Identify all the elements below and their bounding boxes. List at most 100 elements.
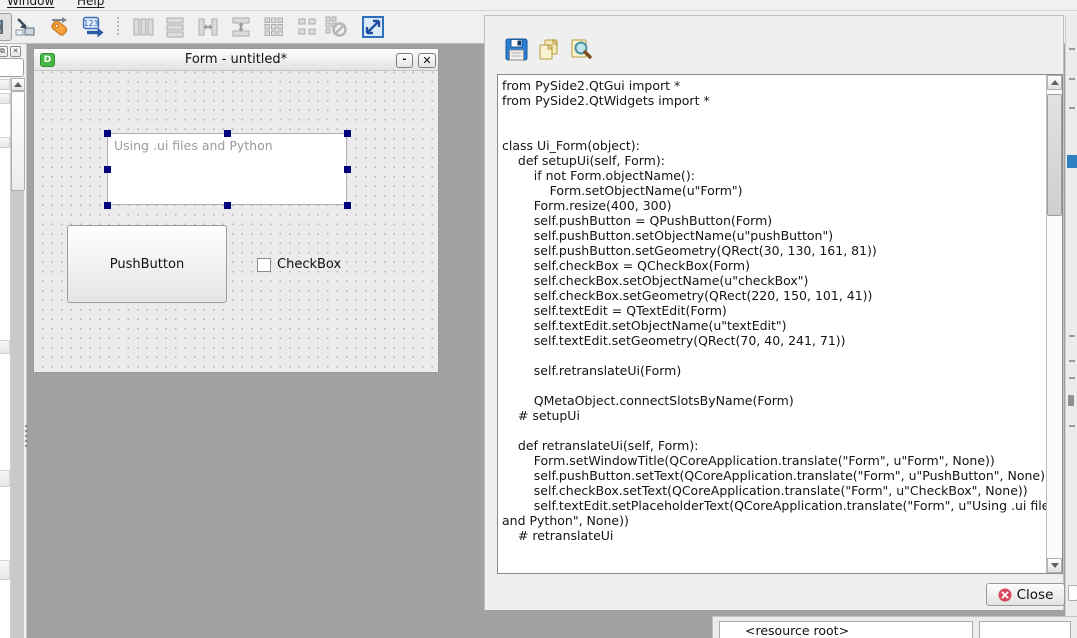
code-line: def setupUi(self, Form): bbox=[502, 153, 1042, 168]
copy-button[interactable] bbox=[536, 37, 561, 62]
dock-float-button[interactable]: ⧉ bbox=[0, 46, 8, 57]
break-layout-button[interactable] bbox=[322, 13, 350, 41]
scrollbar-thumb[interactable] bbox=[11, 91, 25, 191]
copy-icon bbox=[536, 37, 561, 62]
code-line: def retranslateUi(self, Form): bbox=[502, 438, 1042, 453]
widget-box-list[interactable] bbox=[0, 78, 10, 638]
save-icon bbox=[504, 37, 529, 62]
widget-category-item[interactable] bbox=[0, 137, 10, 148]
code-line: and Python", None)) bbox=[502, 513, 1042, 528]
toolbar-separator bbox=[117, 17, 119, 37]
layout-horizontal-splitter-button[interactable] bbox=[194, 13, 222, 41]
code-line: # retranslateUi bbox=[502, 528, 1042, 543]
code-line: self.retranslateUi(Form) bbox=[502, 363, 1042, 378]
selection-handle[interactable] bbox=[344, 202, 351, 209]
scroll-up-button[interactable] bbox=[11, 78, 25, 91]
layout-vertical-splitter-icon bbox=[230, 16, 252, 38]
code-view: from PySide2.QtGui import *from PySide2.… bbox=[497, 74, 1063, 574]
selection-handle[interactable] bbox=[344, 130, 351, 137]
adjust-size-button[interactable] bbox=[359, 13, 387, 41]
find-button[interactable] bbox=[568, 37, 593, 62]
edit-tab-order-button[interactable]: 123 bbox=[80, 13, 108, 41]
code-line: Form.setWindowTitle(QCoreApplication.tra… bbox=[502, 453, 1042, 468]
pushbutton-widget[interactable]: PushButton bbox=[67, 225, 227, 303]
checkbox-indicator[interactable] bbox=[257, 258, 271, 272]
widget-category-item[interactable] bbox=[0, 560, 10, 580]
menu-item-help[interactable]: Help bbox=[77, 0, 104, 8]
code-line: self.pushButton.setText(QCoreApplication… bbox=[502, 468, 1042, 483]
widget-category-item[interactable] bbox=[0, 340, 10, 354]
scrollbar-thumb[interactable] bbox=[1047, 94, 1062, 216]
code-line: if not Form.objectName(): bbox=[502, 168, 1042, 183]
checkbox-widget[interactable]: CheckBox bbox=[257, 257, 341, 272]
triangle-up-icon bbox=[14, 82, 22, 87]
code-line: self.textEdit = QTextEdit(Form) bbox=[502, 303, 1042, 318]
widget-category-item[interactable] bbox=[0, 79, 10, 90]
edit-buddies-icon bbox=[48, 15, 72, 39]
layout-grid-button[interactable] bbox=[260, 13, 288, 41]
code-line: self.textEdit.setGeometry(QRect(70, 40, … bbox=[502, 333, 1042, 348]
widget-category-item[interactable] bbox=[0, 470, 10, 487]
code-line: Form.setObjectName(u"Form") bbox=[502, 183, 1042, 198]
layout-horizontal-button[interactable] bbox=[129, 13, 157, 41]
property-row-fragment bbox=[1069, 335, 1075, 337]
selection-handle[interactable] bbox=[344, 166, 351, 173]
code-scrollbar[interactable] bbox=[1046, 75, 1062, 573]
code-line: from PySide2.QtWidgets import * bbox=[502, 93, 1042, 108]
widget-box-scrollbar[interactable] bbox=[10, 78, 24, 638]
form-window-title: Form - untitled* bbox=[34, 52, 438, 67]
code-line: self.checkBox = QCheckBox(Form) bbox=[502, 258, 1042, 273]
adjust-size-icon bbox=[361, 15, 385, 39]
code-line: class Ui_Form(object): bbox=[502, 138, 1042, 153]
textedit-widget[interactable]: Using .ui files and Python bbox=[107, 133, 347, 205]
code-preview-dialog: from PySide2.QtGui import *from PySide2.… bbox=[484, 15, 1064, 611]
form-canvas[interactable]: Using .ui files and Python PushButton Ch… bbox=[34, 71, 438, 372]
code-line: self.textEdit.setObjectName(u"textEdit") bbox=[502, 318, 1042, 333]
checkbox-label: CheckBox bbox=[277, 257, 341, 272]
code-line: from PySide2.QtGui import * bbox=[502, 78, 1042, 93]
resource-list[interactable] bbox=[979, 621, 1071, 638]
edit-signals-slots-icon bbox=[14, 16, 36, 38]
layout-vertical-button[interactable] bbox=[161, 13, 189, 41]
button-fragment bbox=[1068, 585, 1077, 601]
property-row-fragment bbox=[1069, 360, 1075, 362]
property-row-fragment bbox=[1069, 78, 1075, 80]
form-window-titlebar[interactable]: D Form - untitled* - ✕ bbox=[34, 49, 438, 71]
widget-category-item[interactable] bbox=[0, 93, 10, 104]
form-minimize-button[interactable]: - bbox=[396, 53, 413, 68]
selection-handle[interactable] bbox=[104, 166, 111, 173]
edit-tab-order-icon: 123 bbox=[82, 15, 106, 39]
form-editor-window: D Form - untitled* - ✕ Using .ui files a… bbox=[33, 48, 439, 373]
edit-signals-slots-button[interactable] bbox=[11, 13, 39, 41]
close-button[interactable]: Close bbox=[986, 583, 1065, 606]
dock-splitter-handle[interactable] bbox=[25, 425, 28, 449]
widget-filter-input[interactable] bbox=[0, 58, 24, 77]
code-line: # setupUi bbox=[502, 408, 1042, 423]
selection-handle[interactable] bbox=[104, 130, 111, 137]
selection-handle[interactable] bbox=[224, 202, 231, 209]
selection-handle[interactable] bbox=[224, 130, 231, 137]
edit-buddies-button[interactable] bbox=[46, 13, 74, 41]
code-line bbox=[502, 378, 1042, 393]
save-button[interactable] bbox=[504, 37, 529, 62]
resource-tree[interactable]: <resource root> bbox=[719, 621, 973, 638]
scroll-up-button[interactable] bbox=[1047, 75, 1062, 90]
selection-handle[interactable] bbox=[104, 202, 111, 209]
form-close-button[interactable]: ✕ bbox=[418, 53, 436, 68]
layout-horizontal-icon bbox=[132, 16, 154, 38]
code-text[interactable]: from PySide2.QtGui import *from PySide2.… bbox=[498, 75, 1046, 573]
layout-vertical-icon bbox=[164, 16, 186, 38]
x-circle-icon bbox=[998, 588, 1012, 602]
scroll-down-button[interactable] bbox=[1047, 558, 1062, 573]
close-icon: ✕ bbox=[13, 47, 19, 55]
svg-text:123: 123 bbox=[83, 19, 98, 28]
menu-item-window[interactable]: Window bbox=[7, 0, 54, 8]
break-layout-icon bbox=[324, 15, 348, 39]
dock-close-button[interactable]: ✕ bbox=[10, 46, 21, 57]
close-button-label: Close bbox=[1017, 587, 1054, 603]
triangle-down-icon bbox=[1051, 563, 1059, 568]
code-line bbox=[502, 123, 1042, 138]
layout-vertical-splitter-button[interactable] bbox=[227, 13, 255, 41]
layout-form-button[interactable] bbox=[294, 13, 322, 41]
code-line: self.checkBox.setGeometry(QRect(220, 150… bbox=[502, 288, 1042, 303]
